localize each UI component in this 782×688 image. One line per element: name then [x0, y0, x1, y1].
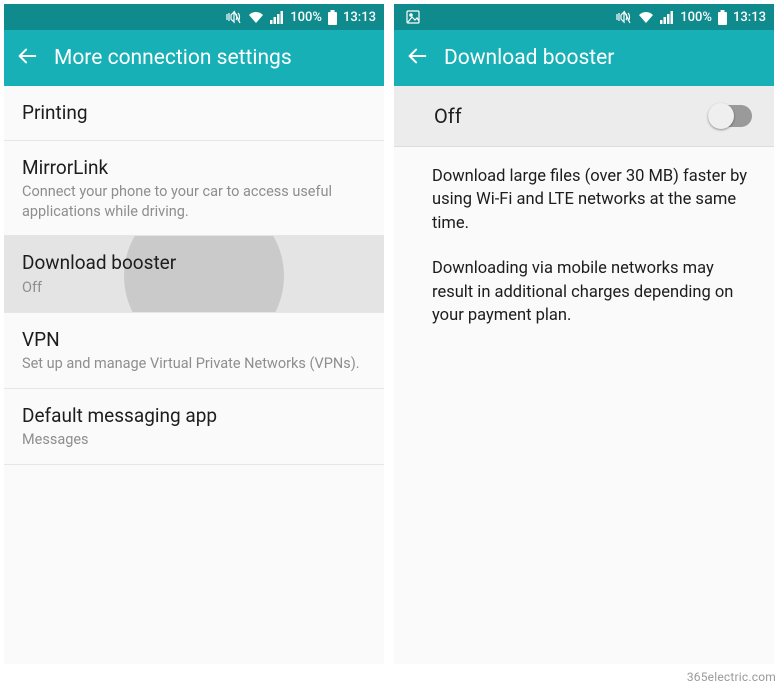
master-toggle-row[interactable]: Off — [394, 86, 774, 147]
item-printing[interactable]: Printing — [4, 86, 384, 141]
item-sub: Off — [22, 278, 366, 298]
page-title: Download booster — [444, 46, 614, 70]
item-label: Default messaging app — [22, 403, 366, 429]
item-label: Download booster — [22, 250, 366, 276]
back-icon[interactable] — [16, 45, 38, 71]
clock: 13:13 — [343, 10, 376, 25]
item-sub: Set up and manage Virtual Private Networ… — [22, 354, 366, 374]
item-label: VPN — [22, 327, 366, 353]
item-label: MirrorLink — [22, 155, 366, 181]
status-bar: 100% 13:13 — [4, 4, 384, 30]
item-sub: Messages — [22, 430, 366, 450]
item-download-booster[interactable]: Download booster Off — [4, 236, 384, 312]
switch-thumb — [708, 103, 734, 129]
settings-list: Printing MirrorLink Connect your phone t… — [4, 86, 384, 664]
watermark: 365electric.com — [687, 670, 776, 684]
wifi-icon — [638, 11, 654, 24]
screen-download-booster: 100% 13:13 Download booster Off Download… — [394, 4, 774, 664]
battery-percent: 100% — [680, 10, 712, 25]
item-sub: Connect your phone to your car to access… — [22, 182, 366, 221]
item-default-messaging-app[interactable]: Default messaging app Messages — [4, 389, 384, 465]
wifi-icon — [248, 11, 264, 24]
battery-icon — [718, 10, 727, 25]
item-mirrorlink[interactable]: MirrorLink Connect your phone to your ca… — [4, 141, 384, 237]
description-paragraph: Download large files (over 30 MB) faster… — [432, 165, 750, 235]
app-bar: More connection settings — [4, 30, 384, 86]
toggle-switch[interactable] — [708, 105, 752, 127]
page-title: More connection settings — [54, 46, 292, 70]
vibrate-mute-icon — [226, 10, 242, 24]
vibrate-mute-icon — [616, 10, 632, 24]
app-bar: Download booster — [394, 30, 774, 86]
item-label: Printing — [22, 100, 366, 126]
back-icon[interactable] — [406, 45, 428, 71]
screen-more-connection-settings: 100% 13:13 More connection settings Prin… — [4, 4, 384, 664]
toggle-label: Off — [434, 104, 462, 128]
signal-icon — [270, 11, 284, 24]
clock: 13:13 — [733, 10, 766, 25]
item-vpn[interactable]: VPN Set up and manage Virtual Private Ne… — [4, 313, 384, 389]
battery-percent: 100% — [290, 10, 322, 25]
status-bar: 100% 13:13 — [394, 4, 774, 30]
signal-icon — [660, 11, 674, 24]
description-text: Download large files (over 30 MB) faster… — [394, 147, 774, 350]
image-notification-icon — [406, 10, 420, 24]
battery-icon — [328, 10, 337, 25]
description-paragraph: Downloading via mobile networks may resu… — [432, 257, 750, 327]
